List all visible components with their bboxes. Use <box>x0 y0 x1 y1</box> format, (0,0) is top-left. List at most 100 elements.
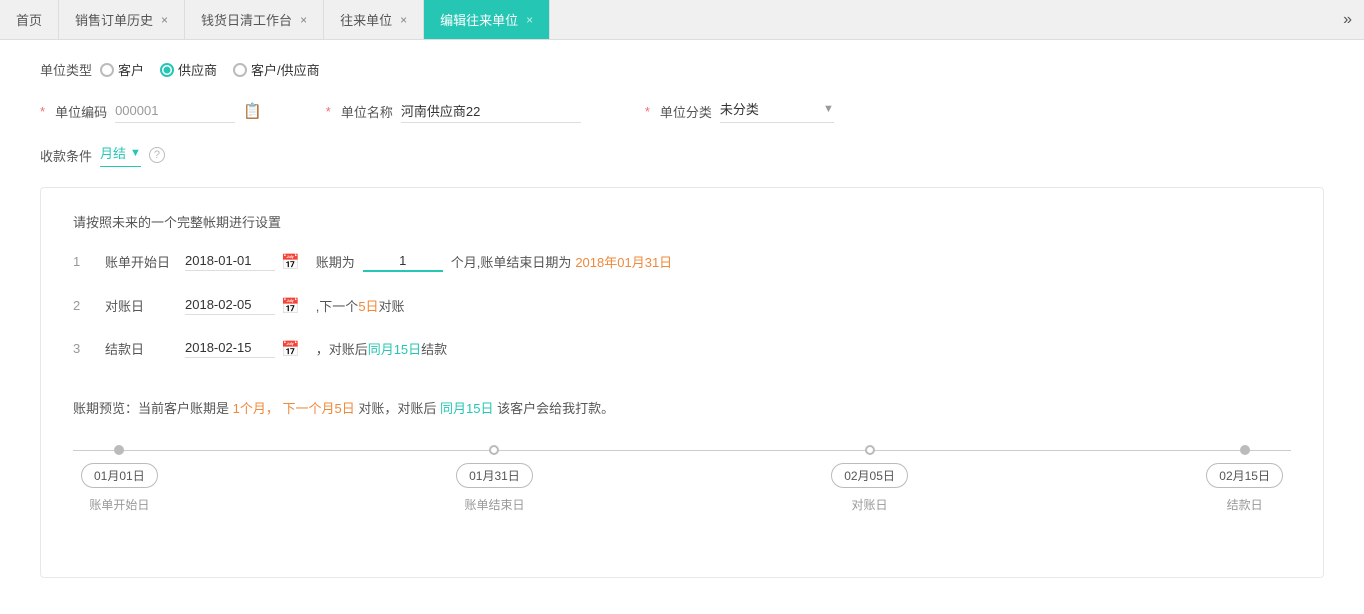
collect-label: 收款条件 <box>40 146 92 165</box>
collect-row: 收款条件 月结 ▼ ? <box>40 143 1324 167</box>
collect-value: 月结 <box>100 143 126 162</box>
setting-row-2: 2 对账日 2018-02-05 📅 ,下一个 5日 对账 <box>73 296 1291 315</box>
main-content: 单位类型 客户 供应商 客户/供应商 * 单位编码 <box>0 40 1364 614</box>
radio-supplier-circle <box>160 63 174 77</box>
unit-type-row: 单位类型 客户 供应商 客户/供应商 <box>40 60 1324 79</box>
tab-edit-partner[interactable]: 编辑往来单位 × <box>424 0 550 39</box>
timeline-bubble-2: 02月05日 <box>831 463 908 488</box>
unit-code-group: * 单位编码 📋 <box>40 99 262 123</box>
unit-name-label: 单位名称 <box>341 102 393 121</box>
timeline-dot-2 <box>865 445 875 455</box>
preview-suffix: 该客户会给我打款。 <box>497 401 614 416</box>
collect-arrow: ▼ <box>130 147 141 159</box>
radio-both-label: 客户/供应商 <box>251 60 320 79</box>
timeline-items: 01月01日 账单开始日 01月31日 账单结束日 02月05日 对账日 02月… <box>81 437 1283 513</box>
tab-edit-label: 编辑往来单位 <box>440 10 518 29</box>
tab-partner-label: 往来单位 <box>340 10 392 29</box>
code-name-row: * 单位编码 📋 * 单位名称 * 单位分类 未分类 ▼ <box>40 99 1324 123</box>
timeline-item-1: 01月31日 账单结束日 <box>456 437 533 513</box>
unit-type-group: 单位类型 客户 供应商 客户/供应商 <box>40 60 320 79</box>
section-title: 请按照未来的一个完整帐期进行设置 <box>73 212 1291 231</box>
row2-desc1: ,下一个 <box>316 296 359 315</box>
tab-edit-close[interactable]: × <box>526 13 533 27</box>
unit-code-icon[interactable]: 📋 <box>243 102 262 120</box>
tab-sales-close[interactable]: × <box>161 13 168 27</box>
timeline-label-2: 对账日 <box>852 496 888 513</box>
preview-mid: 对账，对账后 <box>358 401 436 416</box>
unit-type-label: 单位类型 <box>40 60 92 79</box>
period-input[interactable] <box>363 251 443 272</box>
row3-date-group: 2018-02-15 📅 <box>185 340 300 358</box>
row1-date: 2018-01-01 <box>185 253 275 271</box>
row1-highlight: 2018年01月31日 <box>575 252 672 271</box>
tab-partner-close[interactable]: × <box>400 13 407 27</box>
timeline-dot-3 <box>1240 445 1250 455</box>
timeline-dot-1 <box>489 445 499 455</box>
row2-highlight: 5日 <box>358 296 378 315</box>
preview-text: 账期预览：当前客户账期是 1个月， 下一个月5日 对账，对账后 同月15日 该客… <box>73 382 1291 437</box>
row1-cal-icon[interactable]: 📅 <box>281 253 300 271</box>
row3-num: 3 <box>73 341 105 356</box>
tab-cash-close[interactable]: × <box>300 13 307 27</box>
tab-expand-button[interactable]: » <box>1331 0 1364 39</box>
tab-cash-label: 钱货日清工作台 <box>201 10 292 29</box>
radio-customer[interactable]: 客户 <box>100 60 144 79</box>
preview-part1: 1个月， <box>233 401 279 416</box>
tab-cash-work[interactable]: 钱货日清工作台 × <box>185 0 324 39</box>
row2-date: 2018-02-05 <box>185 297 275 315</box>
help-icon[interactable]: ? <box>149 147 165 163</box>
unit-name-input[interactable] <box>401 99 581 123</box>
row1-date-group: 2018-01-01 📅 <box>185 253 300 271</box>
row3-highlight: 同月15日 <box>368 339 421 358</box>
tab-sales-history[interactable]: 销售订单历史 × <box>59 0 185 39</box>
setting-row-3: 3 结款日 2018-02-15 📅 ，对账后 同月15日 结款 <box>73 339 1291 358</box>
row3-desc2: 结款 <box>421 339 447 358</box>
row3-cal-icon[interactable]: 📅 <box>281 340 300 358</box>
preview-label: 账期预览：当前客户账期是 <box>73 401 229 416</box>
row2-desc2: 对账 <box>379 296 405 315</box>
setting-row-1: 1 账单开始日 2018-01-01 📅 账期为 个月,账单结束日期为 2018… <box>73 251 1291 272</box>
timeline-bubble-3: 02月15日 <box>1206 463 1283 488</box>
radio-both[interactable]: 客户/供应商 <box>233 60 320 79</box>
row2-num: 2 <box>73 298 105 313</box>
tab-home[interactable]: 首页 <box>0 0 59 39</box>
row3-date: 2018-02-15 <box>185 340 275 358</box>
unit-category-arrow: ▼ <box>823 103 834 115</box>
timeline-label-3: 结款日 <box>1227 496 1263 513</box>
radio-supplier-label: 供应商 <box>178 60 217 79</box>
row2-date-group: 2018-02-05 📅 <box>185 297 300 315</box>
tab-home-label: 首页 <box>16 10 42 29</box>
tab-bar: 首页 销售订单历史 × 钱货日清工作台 × 往来单位 × 编辑往来单位 × » <box>0 0 1364 40</box>
timeline-label-0: 账单开始日 <box>89 496 149 513</box>
unit-code-input[interactable] <box>115 99 235 123</box>
unit-name-group: * 单位名称 <box>326 99 581 123</box>
radio-customer-label: 客户 <box>118 60 144 79</box>
timeline-container: 01月01日 账单开始日 01月31日 账单结束日 02月05日 对账日 02月… <box>73 437 1291 553</box>
timeline-item-3: 02月15日 结款日 <box>1206 437 1283 513</box>
radio-group: 客户 供应商 客户/供应商 <box>100 60 320 79</box>
unit-code-label: 单位编码 <box>55 102 107 121</box>
radio-supplier[interactable]: 供应商 <box>160 60 217 79</box>
unit-category-label: 单位分类 <box>660 102 712 121</box>
row3-desc1: ，对账后 <box>316 339 368 358</box>
radio-both-circle <box>233 63 247 77</box>
timeline-item-2: 02月05日 对账日 <box>831 437 908 513</box>
section-box: 请按照未来的一个完整帐期进行设置 1 账单开始日 2018-01-01 📅 账期… <box>40 187 1324 578</box>
unit-category-value: 未分类 <box>720 99 759 118</box>
tab-partner-unit[interactable]: 往来单位 × <box>324 0 424 39</box>
preview-part3: 同月15日 <box>440 401 493 416</box>
unit-category-dropdown[interactable]: 未分类 ▼ <box>720 99 834 123</box>
timeline-label-1: 账单结束日 <box>464 496 524 513</box>
collect-dropdown[interactable]: 月结 ▼ <box>100 143 141 167</box>
preview-part2: 下一个月5日 <box>283 401 355 416</box>
row3-label: 结款日 <box>105 339 185 358</box>
row1-desc-suffix: 个月,账单结束日期为 <box>451 252 572 271</box>
timeline-bubble-1: 01月31日 <box>456 463 533 488</box>
row1-num: 1 <box>73 254 105 269</box>
row2-cal-icon[interactable]: 📅 <box>281 297 300 315</box>
row1-desc-prefix: 账期为 <box>316 252 355 271</box>
timeline-bubble-0: 01月01日 <box>81 463 158 488</box>
radio-customer-circle <box>100 63 114 77</box>
row2-label: 对账日 <box>105 296 185 315</box>
tab-sales-label: 销售订单历史 <box>75 10 153 29</box>
